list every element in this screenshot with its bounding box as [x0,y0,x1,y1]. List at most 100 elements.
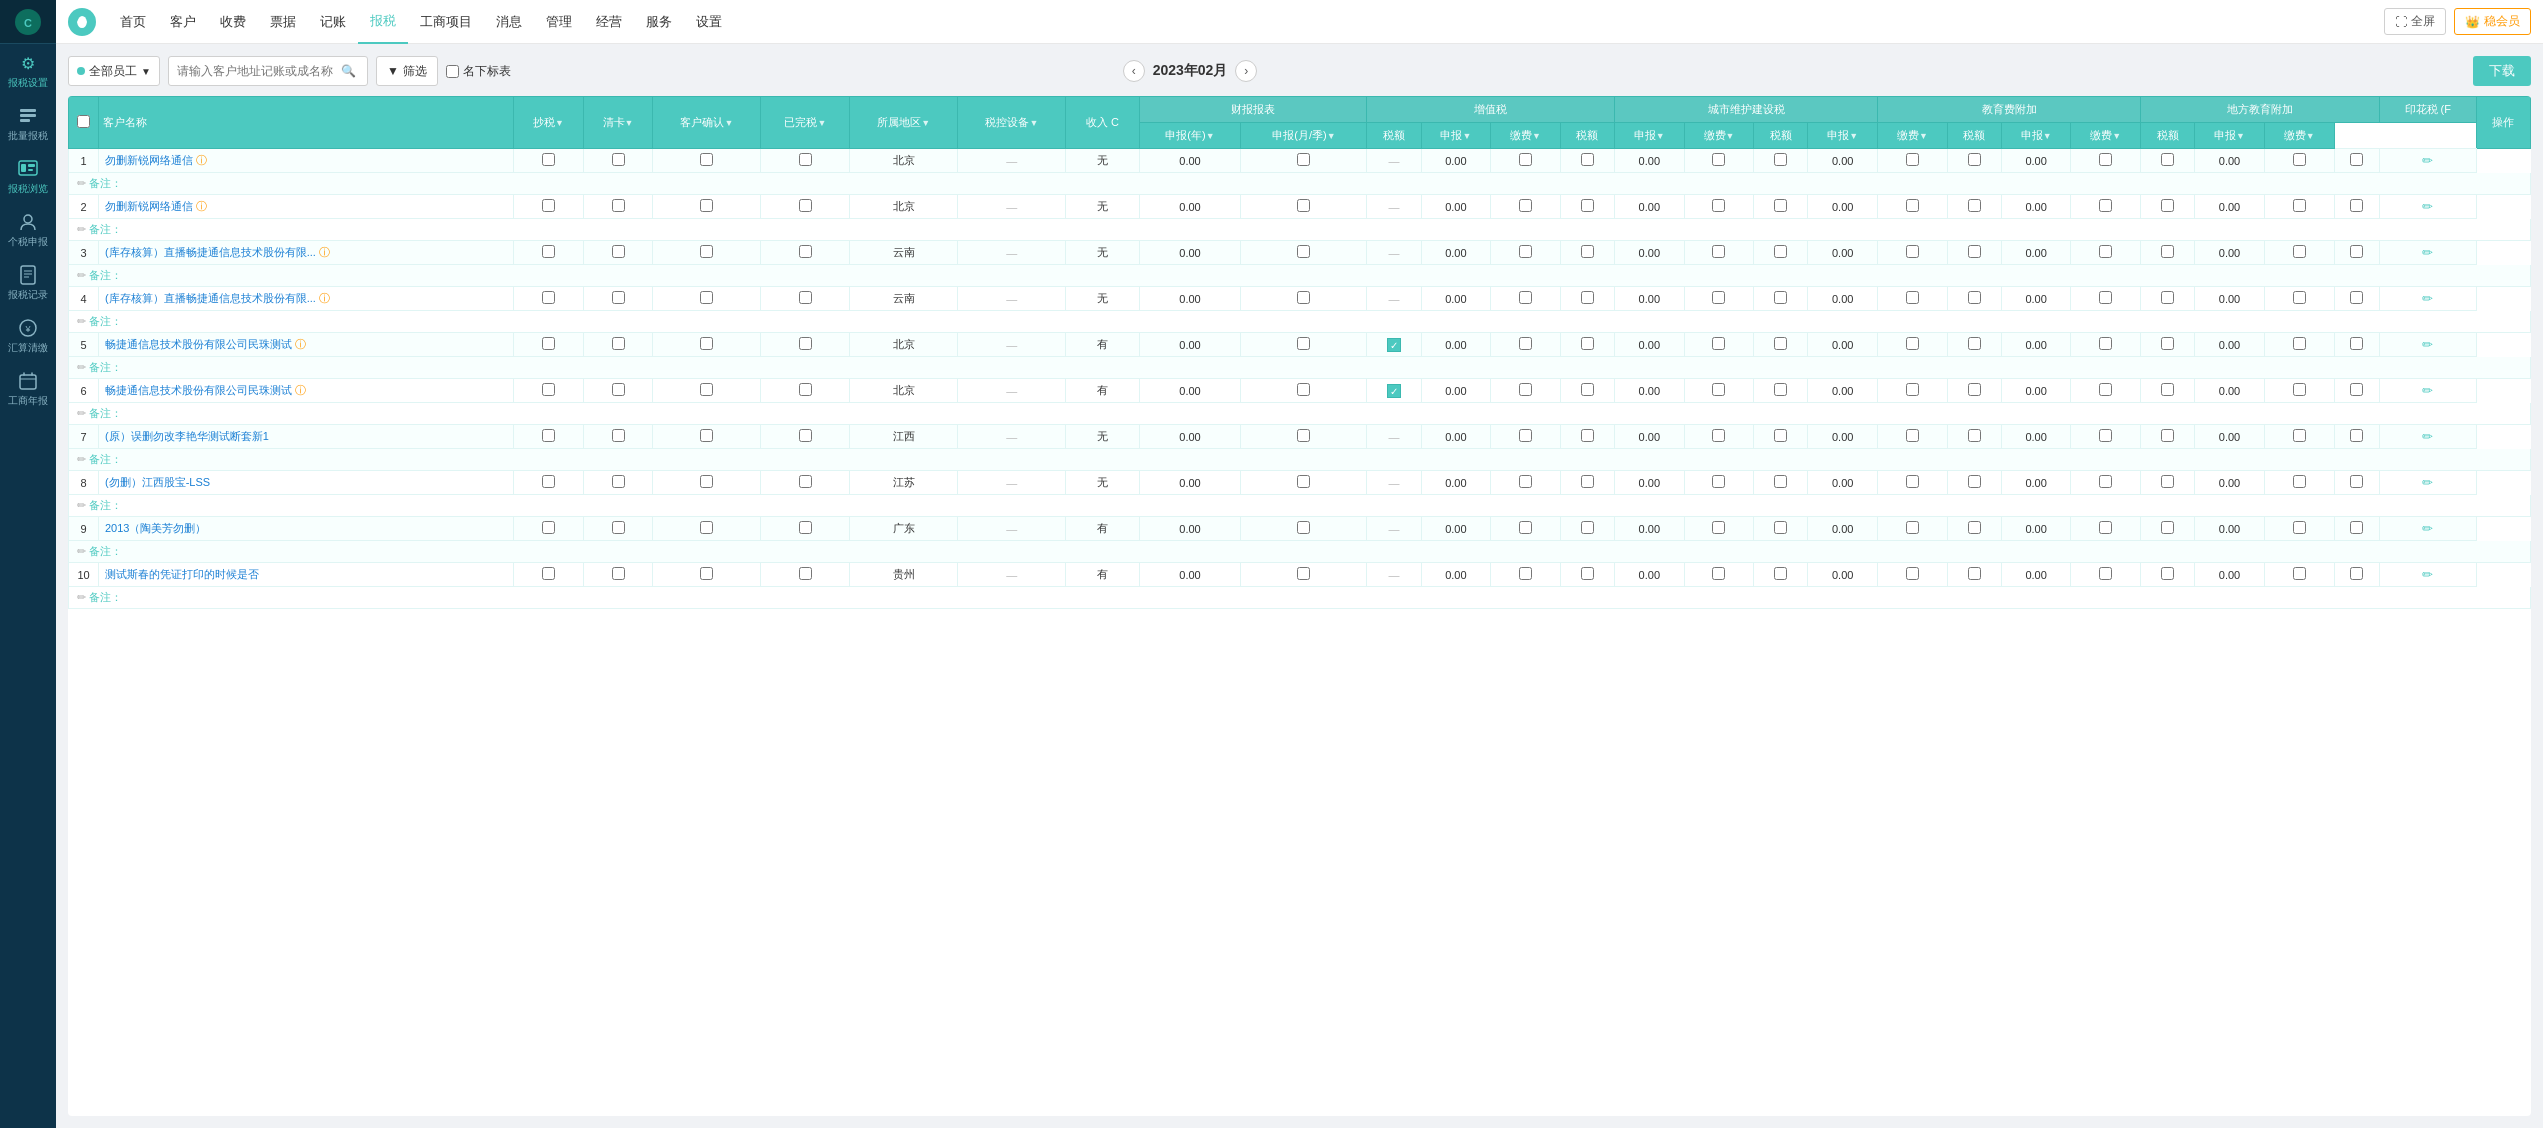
row-checkbox[interactable] [542,429,555,442]
tax-checkbox[interactable] [1712,337,1725,350]
tax-checkbox[interactable] [2161,567,2174,580]
note-cell[interactable]: ✏备注： [69,541,2531,563]
tax-checkbox[interactable] [1712,153,1725,166]
tax-checkbox[interactable] [2099,475,2112,488]
th-customer-name[interactable]: 客户名称 [99,97,514,149]
tax-checkbox[interactable] [2161,383,2174,396]
row-operation[interactable]: ✏ [2379,471,2476,495]
tax-checkbox[interactable] [2350,521,2363,534]
row-checkbox[interactable] [700,291,713,304]
tax-checkbox[interactable] [1519,153,1532,166]
annual-checkbox[interactable] [1297,567,1310,580]
tax-checkbox[interactable] [1774,245,1787,258]
search-input[interactable] [177,64,337,78]
tax-checkbox[interactable] [1774,475,1787,488]
tax-checkbox[interactable] [1581,245,1594,258]
th-vat-declare[interactable]: 申报▼ [1421,123,1491,149]
row-customer-name[interactable]: 勿删新锐网络通信ⓘ [99,195,514,219]
tax-checkbox[interactable] [1581,291,1594,304]
annual-checkbox[interactable] [1297,429,1310,442]
tax-checkbox[interactable] [1906,567,1919,580]
tax-checkbox[interactable] [2099,153,2112,166]
annual-checkbox[interactable] [1297,521,1310,534]
sidebar-item-annual-report[interactable]: 工商年报 [0,362,56,415]
tax-checkbox[interactable] [2350,245,2363,258]
tax-checkbox[interactable] [1968,245,1981,258]
tax-checkbox[interactable] [1519,337,1532,350]
row-operation[interactable]: ✏ [2379,287,2476,311]
edit-icon[interactable]: ✏ [2422,245,2433,260]
th-annual-report[interactable]: 申报(年)▼ [1139,123,1241,149]
tax-checkbox[interactable] [1712,475,1725,488]
tax-checkbox[interactable] [2293,245,2306,258]
tax-checkbox[interactable] [1581,383,1594,396]
tax-checkbox[interactable] [2099,521,2112,534]
annual-checkbox[interactable] [1297,199,1310,212]
row-checkbox[interactable] [799,153,812,166]
tax-checkbox[interactable] [1519,567,1532,580]
row-checkbox[interactable] [700,475,713,488]
tax-checkbox[interactable] [1774,337,1787,350]
tax-checkbox[interactable] [2293,291,2306,304]
tax-checkbox[interactable] [1968,383,1981,396]
tax-checkbox[interactable] [2293,521,2306,534]
edit-icon[interactable]: ✏ [2422,291,2433,306]
th-edu-declare[interactable]: 申报▼ [1808,123,1878,149]
row-checkbox[interactable] [799,199,812,212]
edit-icon[interactable]: ✏ [2422,521,2433,536]
row-checkbox[interactable] [542,337,555,350]
row-checkbox[interactable] [799,475,812,488]
row-checkbox[interactable] [700,245,713,258]
row-checkbox[interactable] [799,383,812,396]
tax-checkbox[interactable] [2350,291,2363,304]
tax-checkbox[interactable] [1968,429,1981,442]
tax-checkbox[interactable] [1774,521,1787,534]
fullscreen-button[interactable]: ⛶ 全屏 [2384,8,2446,35]
edit-icon[interactable]: ✏ [2422,199,2433,214]
sidebar-item-tax-settings[interactable]: ⚙ 报税设置 [0,44,56,97]
row-customer-name[interactable]: 勿删新锐网络通信ⓘ [99,149,514,173]
row-checkbox[interactable] [799,291,812,304]
tax-checkbox[interactable] [1519,383,1532,396]
tax-checkbox[interactable] [1519,245,1532,258]
tax-checkbox[interactable] [1968,521,1981,534]
th-local-edu-declare[interactable]: 申报▼ [2001,123,2071,149]
tax-checkbox[interactable] [2293,337,2306,350]
tax-checkbox[interactable] [1906,199,1919,212]
th-paid-tax[interactable]: 已完税▼ [761,97,850,149]
next-month-button[interactable]: › [1235,60,1257,82]
tax-checkbox[interactable] [1519,521,1532,534]
edit-icon[interactable]: ✏ [2422,475,2433,490]
sidebar-item-tax-records[interactable]: 报税记录 [0,256,56,309]
row-checkbox[interactable] [612,245,625,258]
tax-checkbox[interactable] [2293,153,2306,166]
tax-checkbox[interactable] [1712,245,1725,258]
row-checkbox[interactable] [542,291,555,304]
row-customer-name[interactable]: (勿删）江西股宝-LSS [99,471,514,495]
tax-checkbox[interactable] [2293,567,2306,580]
row-checkbox[interactable] [612,429,625,442]
tax-checkbox[interactable] [1968,291,1981,304]
note-cell[interactable]: ✏备注： [69,587,2531,609]
tax-checkbox[interactable] [2350,429,2363,442]
tax-checkbox[interactable] [1712,429,1725,442]
row-customer-name[interactable]: (原）误删勿改李艳华测试断套新1 [99,425,514,449]
row-checkbox[interactable] [799,567,812,580]
tax-checkbox[interactable] [2099,567,2112,580]
note-cell[interactable]: ✏备注： [69,357,2531,379]
topnav-item-operation[interactable]: 经营 [584,0,634,44]
row-operation[interactable]: ✏ [2379,333,2476,357]
tax-checkbox[interactable] [1712,291,1725,304]
row-checkbox[interactable] [612,383,625,396]
row-checkbox[interactable] [612,567,625,580]
tax-checkbox[interactable] [1581,521,1594,534]
tax-checkbox[interactable] [1906,291,1919,304]
row-checkbox[interactable] [542,383,555,396]
row-checkbox[interactable] [542,153,555,166]
tax-checkbox[interactable] [1968,475,1981,488]
tax-checkbox[interactable] [1581,337,1594,350]
th-tax-device[interactable]: 税控设备▼ [958,97,1066,149]
row-checkbox[interactable] [700,153,713,166]
row-operation[interactable]: ✏ [2379,517,2476,541]
th-stamp-declare[interactable]: 申报▼ [2195,123,2265,149]
